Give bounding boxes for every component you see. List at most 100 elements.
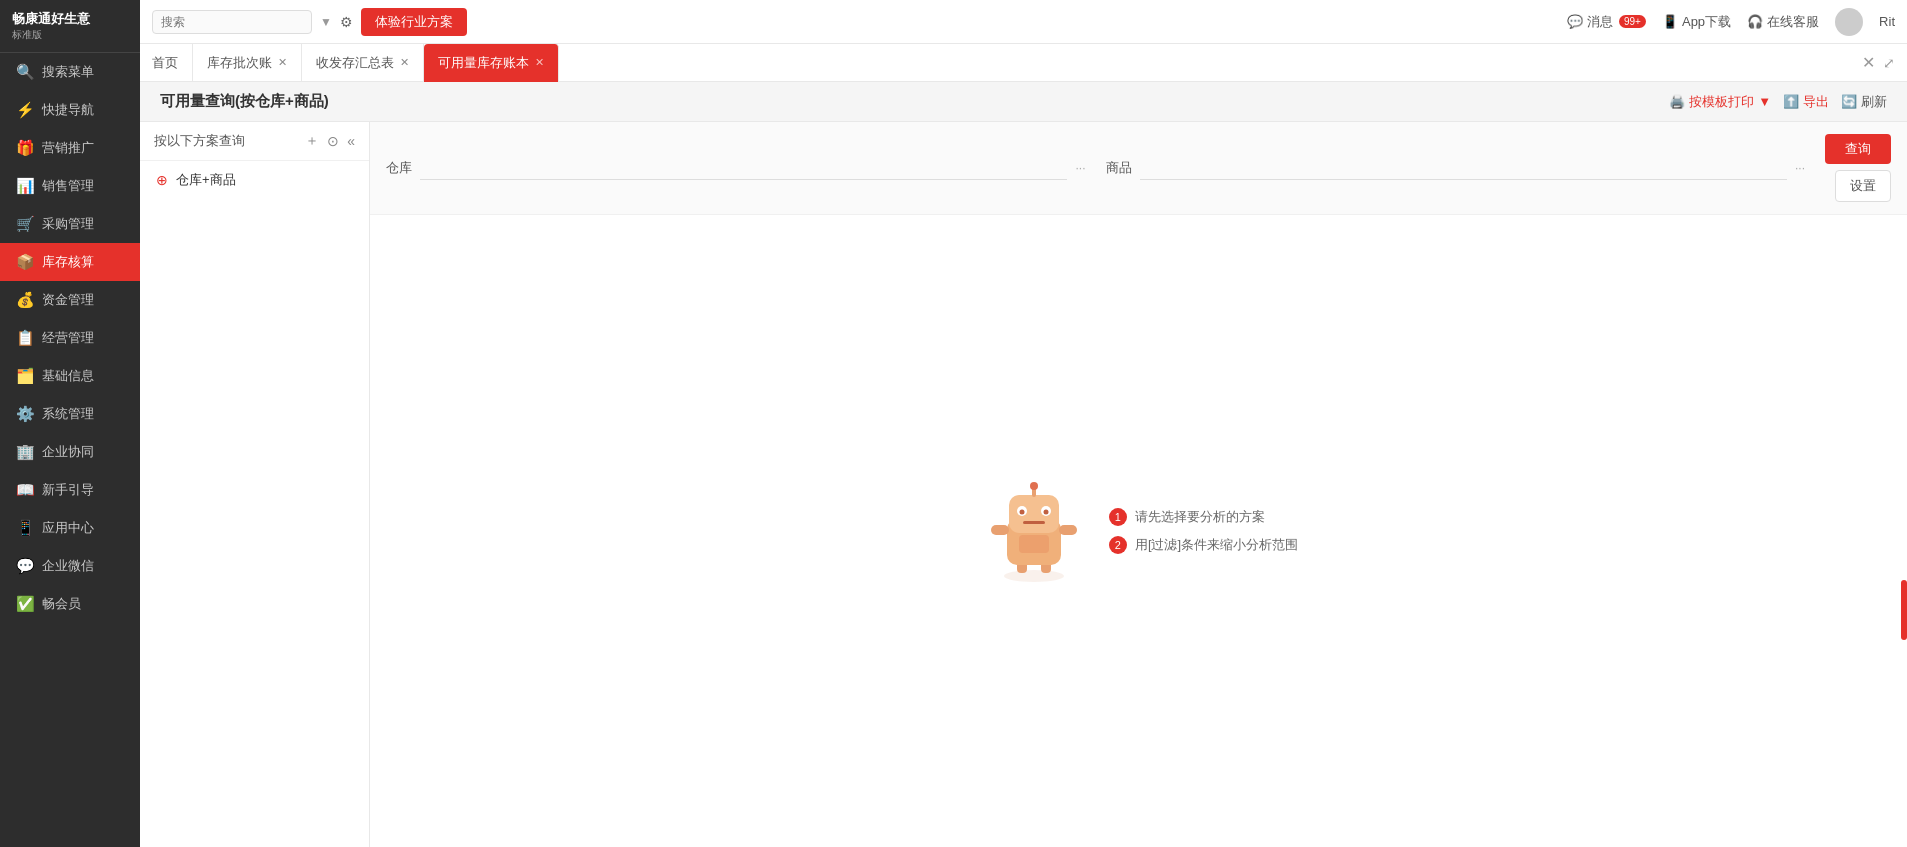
tabs-bar: 首页 库存批次账 ✕ 收发存汇总表 ✕ 可用量库存账本 ✕ ✕ ⤢	[140, 44, 1907, 82]
notification-item[interactable]: 💬 消息 99+	[1567, 13, 1646, 31]
svg-rect-14	[1019, 535, 1049, 553]
content-area: 按以下方案查询 ＋ ⊙ « ⊕ 仓库+商品 仓库 ···	[140, 122, 1907, 847]
username-label: Rit	[1879, 14, 1895, 29]
sidebar-item-purchase[interactable]: 🛒 采购管理	[0, 205, 140, 243]
topbar: ▼ ⚙ 体验行业方案 💬 消息 99+ 📱 App下载 🎧 在线客服 Rit	[140, 0, 1907, 44]
sidebar-item-system[interactable]: ⚙️ 系统管理	[0, 395, 140, 433]
print-action[interactable]: 🖨️ 按模板打印 ▼	[1669, 93, 1771, 111]
tab-available-qty-label: 可用量库存账本	[438, 54, 529, 72]
sidebar-item-label: 经营管理	[42, 329, 94, 347]
online-support-item[interactable]: 🎧 在线客服	[1747, 13, 1819, 31]
page-header: 可用量查询(按仓库+商品) 🖨️ 按模板打印 ▼ ⬆️ 导出 🔄 刷新	[140, 82, 1907, 122]
sidebar-item-finance[interactable]: 💰 资金管理	[0, 281, 140, 319]
app-download-item[interactable]: 📱 App下载	[1662, 13, 1731, 31]
tab-home-label: 首页	[152, 54, 178, 72]
tab-deposit-summary[interactable]: 收发存汇总表 ✕	[302, 44, 424, 82]
tab-window-close-icon[interactable]: ✕	[1862, 53, 1875, 72]
sidebar-item-label: 企业微信	[42, 557, 94, 575]
industry-btn[interactable]: 体验行业方案	[361, 8, 467, 36]
export-label: 导出	[1803, 93, 1829, 111]
sidebar-item-label: 快捷导航	[42, 101, 94, 119]
warehouse-goods-icon: ⊕	[156, 172, 168, 188]
empty-state: 1 请先选择要分析的方案 2 用[过滤]条件来缩小分析范围	[370, 215, 1907, 847]
tab-available-qty[interactable]: 可用量库存账本 ✕	[424, 44, 559, 82]
tab-home[interactable]: 首页	[152, 44, 193, 82]
filter-header-icons: ＋ ⊙ «	[305, 132, 355, 150]
filter-item-warehouse-goods[interactable]: ⊕ 仓库+商品	[140, 161, 369, 199]
svg-point-10	[1043, 510, 1048, 515]
sidebar-scroll: 🔍 搜索菜单 ⚡ 快捷导航 🎁 营销推广 📊 销售管理 🛒 采购管理 📦 库存核…	[0, 53, 140, 847]
sidebar-item-search[interactable]: 🔍 搜索菜单	[0, 53, 140, 91]
brand-tag: 标准版	[12, 28, 128, 42]
refresh-label: 刷新	[1861, 93, 1887, 111]
collapse-icon[interactable]: «	[347, 133, 355, 149]
warehouse-more-icon[interactable]: ···	[1075, 161, 1085, 175]
query-button[interactable]: 查询	[1825, 134, 1891, 164]
empty-state-inner: 1 请先选择要分析的方案 2 用[过滤]条件来缩小分析范围	[979, 481, 1298, 581]
filter-panel: 按以下方案查询 ＋ ⊙ « ⊕ 仓库+商品	[140, 122, 370, 847]
bell-icon: 💬	[1567, 14, 1583, 29]
mobile-icon: 📱	[16, 519, 34, 537]
sidebar-item-label: 基础信息	[42, 367, 94, 385]
sidebar-item-member[interactable]: ✅ 畅会员	[0, 585, 140, 623]
sidebar-item-shortcut[interactable]: ⚡ 快捷导航	[0, 91, 140, 129]
tab-expand-icon[interactable]: ⤢	[1883, 55, 1895, 71]
sidebar-item-basic[interactable]: 🗂️ 基础信息	[0, 357, 140, 395]
sidebar-item-label: 库存核算	[42, 253, 94, 271]
tab-batch-account-close[interactable]: ✕	[278, 56, 287, 69]
empty-text: 1 请先选择要分析的方案 2 用[过滤]条件来缩小分析范围	[1109, 508, 1298, 554]
avatar[interactable]	[1835, 8, 1863, 36]
sidebar-item-label: 企业协同	[42, 443, 94, 461]
refresh-icon: 🔄	[1841, 94, 1857, 109]
settings-icon[interactable]: ⚙	[340, 14, 353, 30]
sidebar-item-sales[interactable]: 📊 销售管理	[0, 167, 140, 205]
empty-illustration	[979, 481, 1079, 581]
scroll-thumb[interactable]	[1901, 580, 1907, 640]
sidebar-item-label: 资金管理	[42, 291, 94, 309]
svg-rect-4	[1009, 495, 1059, 533]
hint-num-2: 2	[1109, 536, 1127, 554]
manage-icon[interactable]: ⊙	[327, 133, 339, 149]
goods-field: 商品 ···	[1106, 156, 1806, 180]
empty-hint-2: 2 用[过滤]条件来缩小分析范围	[1109, 536, 1298, 554]
hint-num-1: 1	[1109, 508, 1127, 526]
sidebar-item-operation[interactable]: 📋 经营管理	[0, 319, 140, 357]
online-support-label: 在线客服	[1767, 13, 1819, 31]
folder-icon: 🗂️	[16, 367, 34, 385]
tab-deposit-summary-close[interactable]: ✕	[400, 56, 409, 69]
sidebar-item-label: 畅会员	[42, 595, 81, 613]
money-icon: 💰	[16, 291, 34, 309]
goods-label: 商品	[1106, 159, 1132, 177]
print-dropdown-icon[interactable]: ▼	[1758, 94, 1771, 109]
sidebar-item-marketing[interactable]: 🎁 营销推广	[0, 129, 140, 167]
box-icon: 📦	[16, 253, 34, 271]
sidebar-item-newbie[interactable]: 📖 新手引导	[0, 471, 140, 509]
chat-icon: 💬	[16, 557, 34, 575]
main-area: ▼ ⚙ 体验行业方案 💬 消息 99+ 📱 App下载 🎧 在线客服 Rit 首…	[140, 0, 1907, 847]
warehouse-input[interactable]	[420, 156, 1067, 180]
refresh-action[interactable]: 🔄 刷新	[1841, 93, 1887, 111]
cart-icon: 🛒	[16, 215, 34, 233]
settings-button[interactable]: 设置	[1835, 170, 1891, 202]
tab-available-qty-close[interactable]: ✕	[535, 56, 544, 69]
goods-more-icon[interactable]: ···	[1795, 161, 1805, 175]
dropdown-arrow-icon[interactable]: ▼	[320, 15, 332, 29]
gift-icon: 🎁	[16, 139, 34, 157]
goods-input[interactable]	[1140, 156, 1787, 180]
phone-icon: 📱	[1662, 14, 1678, 29]
sidebar-item-enterprise[interactable]: 🏢 企业协同	[0, 433, 140, 471]
sidebar-item-appcenter[interactable]: 📱 应用中心	[0, 509, 140, 547]
tab-batch-account[interactable]: 库存批次账 ✕	[193, 44, 302, 82]
svg-rect-13	[1059, 525, 1077, 535]
sidebar-item-enterprise-wechat[interactable]: 💬 企业微信	[0, 547, 140, 585]
svg-rect-11	[1023, 521, 1045, 524]
sidebar-item-inventory[interactable]: 📦 库存核算	[0, 243, 140, 281]
empty-hint-1: 1 请先选择要分析的方案	[1109, 508, 1298, 526]
warehouse-field: 仓库 ···	[386, 156, 1086, 180]
export-action[interactable]: ⬆️ 导出	[1783, 93, 1829, 111]
page-header-actions: 🖨️ 按模板打印 ▼ ⬆️ 导出 🔄 刷新	[1669, 93, 1887, 111]
notification-label: 消息	[1587, 13, 1613, 31]
search-input[interactable]	[152, 10, 312, 34]
add-icon[interactable]: ＋	[305, 132, 319, 150]
topbar-right: 💬 消息 99+ 📱 App下载 🎧 在线客服 Rit	[1567, 8, 1895, 36]
